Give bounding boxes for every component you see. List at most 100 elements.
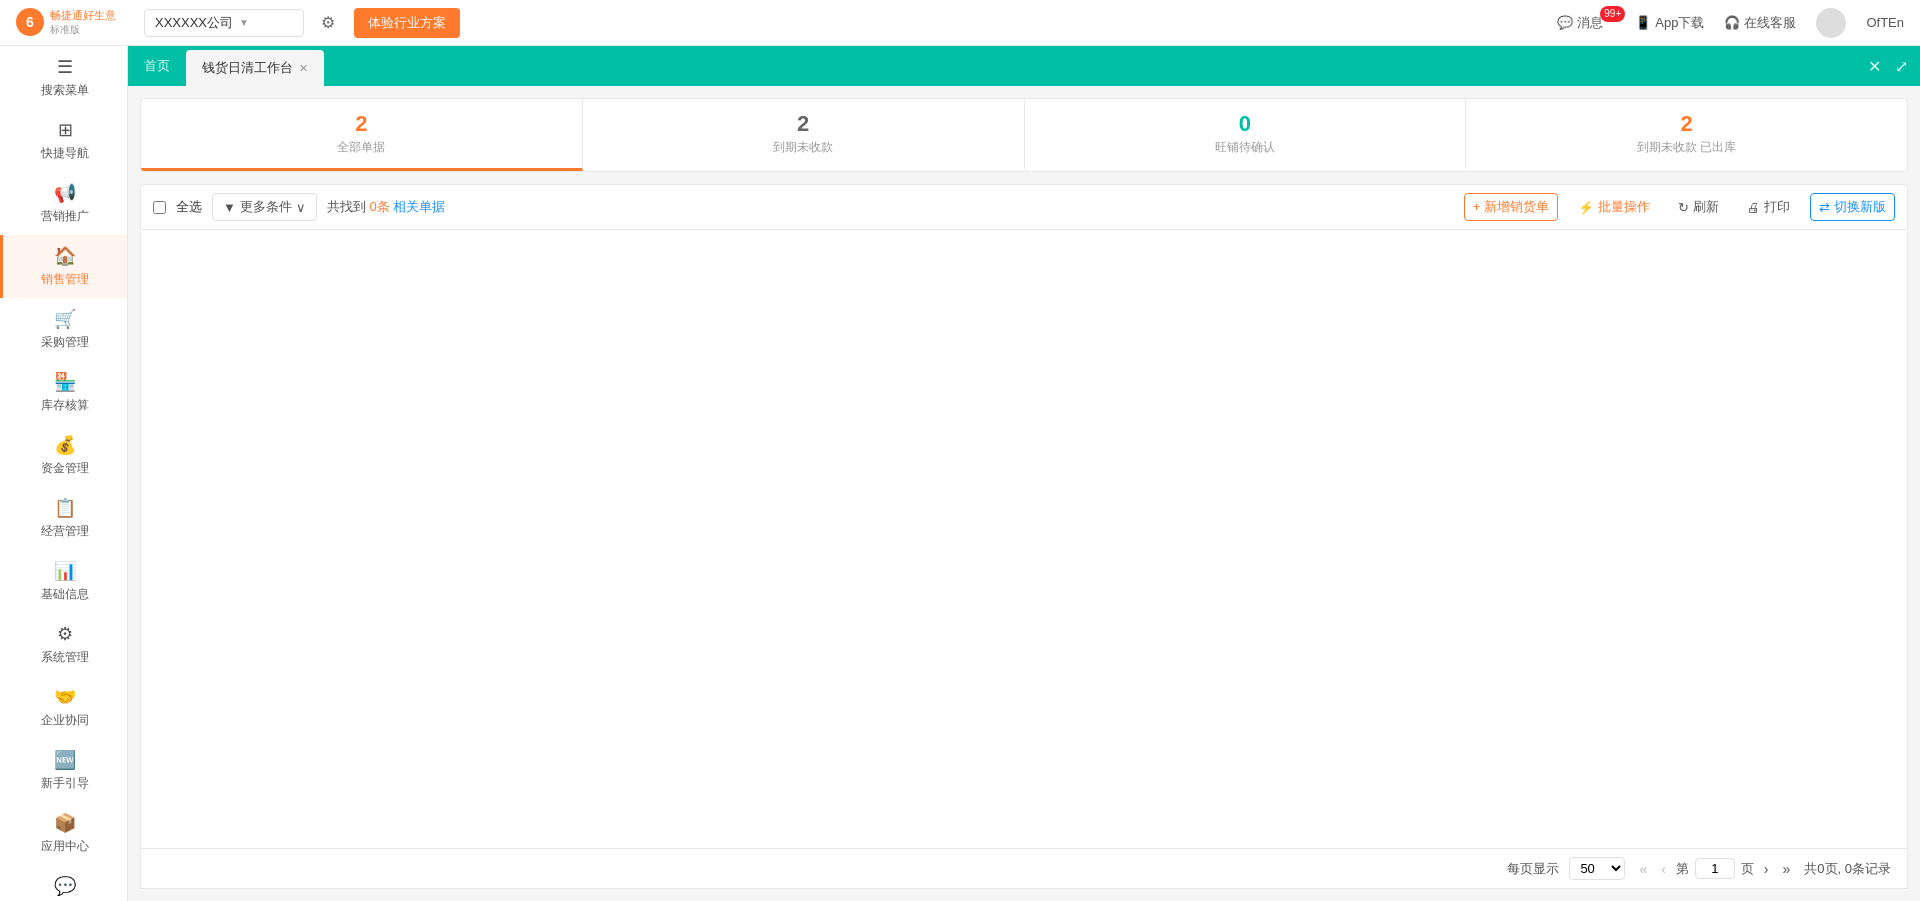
current-page-input[interactable] (1695, 858, 1735, 879)
sidebar-item-search-label: 搜索菜单 (41, 82, 89, 99)
stat-number-pending: 0 (1239, 111, 1251, 137)
per-page-select[interactable]: 50 100 200 (1569, 857, 1625, 880)
stat-label-all: 全部单据 (337, 139, 385, 156)
guide-icon: 🆕 (54, 749, 76, 771)
page-total: 共0页, 0条记录 (1804, 860, 1891, 878)
stats-row: 2 全部单据 2 到期未收款 0 旺铺待确认 2 到期未收款 已出库 (140, 98, 1908, 172)
found-text: 共找到 0条 相关单据 (327, 198, 445, 216)
filter-button[interactable]: ▼ 更多条件 ∨ (212, 193, 317, 221)
sidebar: ☰ 搜索菜单 ⊞ 快捷导航 📢 营销推广 🏠 销售管理 🛒 采购管理 🏪 库存核… (0, 46, 128, 901)
switch-label: 切换新版 (1834, 198, 1886, 216)
sidebar-item-quick-nav[interactable]: ⊞ 快捷导航 (0, 109, 127, 172)
top-header: 6 畅捷通好生意 标准版 XXXXXX公司 ▼ ⚙ 体验行业方案 💬 消息 99… (0, 0, 1920, 46)
last-page-button[interactable]: » (1779, 859, 1795, 879)
sidebar-item-sales[interactable]: 🏠 销售管理 (0, 235, 127, 298)
sidebar-item-base-label: 基础信息 (41, 586, 89, 603)
filter-label: 更多条件 (240, 198, 292, 216)
sidebar-item-purchase-label: 采购管理 (41, 334, 89, 351)
system-icon: ⚙ (57, 623, 73, 645)
marketing-icon: 📢 (54, 182, 76, 204)
sales-icon: 🏠 (54, 245, 76, 267)
search-menu-icon: ☰ (57, 56, 73, 78)
print-label: 打印 (1764, 198, 1790, 216)
new-sales-order-button[interactable]: + 新增销货单 (1464, 193, 1558, 221)
sidebar-item-manage[interactable]: 📋 经营管理 (0, 487, 127, 550)
tab-close-window-icon[interactable]: ✕ (1864, 53, 1885, 80)
online-service-action[interactable]: 🎧 在线客服 (1724, 14, 1796, 32)
sidebar-item-search[interactable]: ☰ 搜索菜单 (0, 46, 127, 109)
sidebar-item-inventory-label: 库存核算 (41, 397, 89, 414)
sidebar-item-manage-label: 经营管理 (41, 523, 89, 540)
logo-icon: 6 (16, 8, 44, 36)
sidebar-item-marketing[interactable]: 📢 营销推广 (0, 172, 127, 235)
tab-home-label: 首页 (144, 57, 170, 75)
tab-bar-actions: ✕ ⤢ (1864, 53, 1920, 80)
toolbar-right: + 新增销货单 ⚡ 批量操作 ↻ 刷新 🖨 打印 ⇄ (1464, 193, 1895, 221)
main-layout: ☰ 搜索菜单 ⊞ 快捷导航 📢 营销推广 🏠 销售管理 🛒 采购管理 🏪 库存核… (0, 46, 1920, 901)
stat-number-all: 2 (355, 111, 367, 137)
settings-button[interactable]: ⚙ (312, 7, 344, 39)
page-label-before: 第 (1676, 860, 1689, 878)
stat-label-shipped: 到期未收款 已出库 (1637, 139, 1736, 156)
quick-nav-icon: ⊞ (58, 119, 73, 141)
finance-icon: 💰 (54, 434, 76, 456)
logo-text: 畅捷通好生意 (50, 8, 116, 22)
inventory-icon: 🏪 (54, 371, 76, 393)
app-download-action[interactable]: 📱 App下载 (1635, 14, 1704, 32)
sidebar-item-corp-label: 企业协同 (41, 712, 89, 729)
found-count: 0条 (370, 199, 390, 214)
tab-home[interactable]: 首页 (128, 46, 186, 86)
sidebar-item-app-center-label: 应用中心 (41, 838, 89, 855)
purchase-icon: 🛒 (54, 308, 76, 330)
next-page-button[interactable]: › (1760, 859, 1773, 879)
tab-bar: 首页 钱货日清工作台 ✕ ✕ ⤢ (128, 46, 1920, 86)
sidebar-item-app-center[interactable]: 📦 应用中心 (0, 802, 127, 865)
logo-text-area: 畅捷通好生意 标准版 (50, 8, 116, 36)
message-action[interactable]: 💬 消息 99+ (1557, 14, 1615, 32)
sidebar-item-marketing-label: 营销推广 (41, 208, 89, 225)
sidebar-item-system-label: 系统管理 (41, 649, 89, 666)
batch-label: 批量操作 (1598, 198, 1650, 216)
app-center-icon: 📦 (54, 812, 76, 834)
stat-card-all[interactable]: 2 全部单据 (141, 99, 583, 171)
prev-page-button[interactable]: ‹ (1657, 859, 1670, 879)
stat-card-pending[interactable]: 0 旺铺待确认 (1025, 99, 1467, 171)
sidebar-item-guide[interactable]: 🆕 新手引导 (0, 739, 127, 802)
stat-card-shipped[interactable]: 2 到期未收款 已出库 (1466, 99, 1907, 171)
sidebar-item-purchase[interactable]: 🛒 采购管理 (0, 298, 127, 361)
found-suffix: 相关单据 (393, 199, 445, 214)
online-service-label: 在线客服 (1744, 14, 1796, 32)
sidebar-item-wechat[interactable]: 💬 企业微信 (0, 865, 127, 901)
sidebar-item-inventory[interactable]: 🏪 库存核算 (0, 361, 127, 424)
table-area (140, 230, 1908, 849)
switch-new-version-button[interactable]: ⇄ 切换新版 (1810, 193, 1895, 221)
first-page-button[interactable]: « (1635, 859, 1651, 879)
message-icon: 💬 (1557, 15, 1573, 30)
company-selector[interactable]: XXXXXX公司 ▼ (144, 9, 304, 37)
print-icon: 🖨 (1747, 200, 1760, 215)
select-all-checkbox[interactable] (153, 201, 166, 214)
message-badge: 99+ (1600, 6, 1625, 22)
refresh-button[interactable]: ↻ 刷新 (1670, 194, 1727, 220)
tab-close-icon[interactable]: ✕ (299, 62, 308, 75)
stat-card-overdue[interactable]: 2 到期未收款 (583, 99, 1025, 171)
trial-button[interactable]: 体验行业方案 (354, 8, 460, 38)
tab-expand-icon[interactable]: ⤢ (1891, 53, 1912, 80)
sidebar-item-finance[interactable]: 💰 资金管理 (0, 424, 127, 487)
avatar[interactable] (1816, 8, 1846, 38)
sidebar-item-corp[interactable]: 🤝 企业协同 (0, 676, 127, 739)
tab-work-station[interactable]: 钱货日清工作台 ✕ (186, 50, 324, 86)
sidebar-item-base[interactable]: 📊 基础信息 (0, 550, 127, 613)
sidebar-item-quick-nav-label: 快捷导航 (41, 145, 89, 162)
batch-operation-button[interactable]: ⚡ 批量操作 (1570, 194, 1658, 220)
pagination-bar: 每页显示 50 100 200 « ‹ 第 页 › » 共0页, 0条记录 (140, 849, 1908, 889)
filter-chevron-icon: ∨ (296, 200, 306, 215)
content-area: 首页 钱货日清工作台 ✕ ✕ ⤢ 2 全部单据 2 到期未收款 (128, 46, 1920, 901)
username[interactable]: OfTEn (1866, 15, 1904, 30)
chevron-down-icon: ▼ (239, 17, 249, 28)
print-button[interactable]: 🖨 打印 (1739, 194, 1798, 220)
logo-area: 6 畅捷通好生意 标准版 (16, 8, 144, 36)
service-icon: 🎧 (1724, 15, 1740, 30)
sidebar-item-system[interactable]: ⚙ 系统管理 (0, 613, 127, 676)
page-nav: « ‹ 第 页 › » (1635, 858, 1794, 879)
